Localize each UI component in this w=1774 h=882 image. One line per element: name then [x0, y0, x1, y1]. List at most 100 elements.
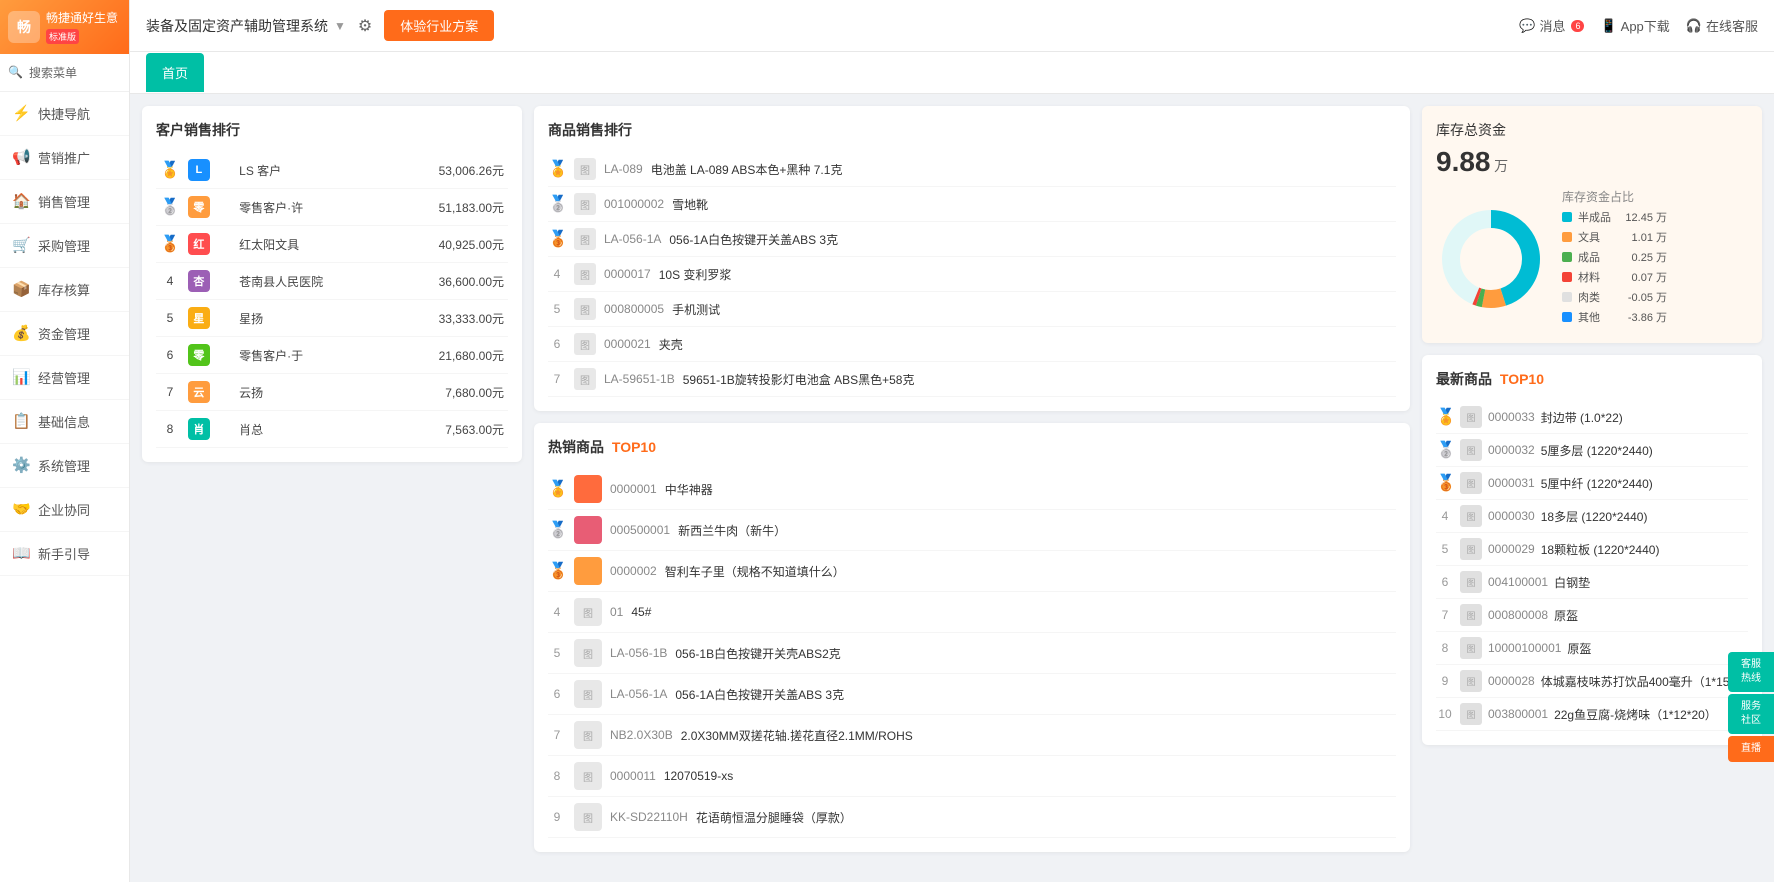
product-code: 10000100001 [1488, 641, 1561, 655]
rank-number: 5 [548, 646, 566, 660]
sidebar-item-finance[interactable]: 💰 资金管理 [0, 312, 129, 356]
rank-number: 🏅 [548, 159, 566, 179]
product-icon: 图 [574, 298, 596, 320]
product-sales-row: 🥉 图 LA-056-1A 056-1A白色按键开关盖ABS 3克 [548, 222, 1396, 257]
product-name: 45# [631, 605, 651, 619]
service-item[interactable]: 🎧 在线客服 [1686, 16, 1758, 35]
hotline-button[interactable]: 客服热线 [1728, 652, 1774, 692]
legend-value: 0.07 万 [1617, 269, 1667, 285]
legend-item: 其他 -3.86 万 [1562, 309, 1667, 325]
logo-icon: 畅 [8, 11, 40, 43]
shortcut-icon: ⚡ [12, 104, 30, 122]
legend-color-dot [1562, 312, 1572, 322]
sidebar-item-shortcut[interactable]: ⚡ 快捷导航 [0, 92, 129, 136]
message-icon: 💬 [1519, 18, 1535, 34]
product-code: 01 [610, 605, 623, 619]
donut-chart [1436, 204, 1546, 314]
new-products-title: 最新商品 TOP10 [1436, 369, 1748, 389]
rank-number: 4 [548, 605, 566, 619]
customer-name: 云扬 [233, 374, 387, 411]
customer-rank-row: 7 云 云扬 7,680.00元 [156, 374, 508, 411]
customer-badge: 杏 [184, 263, 233, 300]
product-name: 原盔 [1567, 640, 1591, 657]
sidebar-search[interactable]: 🔍 搜索菜单 [0, 54, 129, 92]
sidebar-item-marketing[interactable]: 📢 营销推广 [0, 136, 129, 180]
product-sales-row: 7 图 LA-59651-1B 59651-1B旋转投影灯电池盒 ABS黑色+5… [548, 362, 1396, 397]
message-item[interactable]: 💬 消息 6 [1519, 16, 1584, 35]
legend-value: 1.01 万 [1617, 229, 1667, 245]
legend-name: 其他 [1578, 309, 1600, 325]
sidebar-item-label: 基础信息 [38, 412, 90, 431]
app-download-item[interactable]: 📱 App下载 [1600, 16, 1669, 35]
product-sales-title: 商品销售排行 [548, 120, 1396, 140]
product-img: 图 [1460, 670, 1482, 692]
product-sales-row: 🥈 图 001000002 雪地靴 [548, 187, 1396, 222]
customer-amount: 51,183.00元 [388, 189, 509, 226]
page-tabs: 首页 [130, 52, 1774, 94]
product-code: NB2.0X30B [610, 728, 673, 742]
inventory-header: 库存总资金 [1436, 120, 1748, 140]
product-code: 0000002 [610, 564, 657, 578]
product-icon: 图 [574, 158, 596, 180]
product-name: 056-1A白色按键开关盖ABS 3克 [675, 686, 844, 703]
customer-name: 星扬 [233, 300, 387, 337]
topbar-right: 💬 消息 6 📱 App下载 🎧 在线客服 [1519, 16, 1758, 35]
legend-value: -3.86 万 [1617, 309, 1667, 325]
hot-products-card: 热销商品 TOP10 🏅 0000001 中华神器 🥈 000500001 新西… [534, 423, 1410, 852]
hot-product-row: 🥉 0000002 智利车子里（规格不知道填什么） [548, 551, 1396, 592]
customer-badge: 云 [184, 374, 233, 411]
sidebar-item-basic[interactable]: 📋 基础信息 [0, 400, 129, 444]
new-product-row: 4 图 0000030 18多层 (1220*2440) [1436, 500, 1748, 533]
sidebar-item-operation[interactable]: 📊 经营管理 [0, 356, 129, 400]
message-badge: 6 [1571, 20, 1584, 32]
hot-product-row: 5 图 LA-056-1B 056-1B白色按键开关壳ABS2克 [548, 633, 1396, 674]
trial-button[interactable]: 体验行业方案 [384, 10, 494, 41]
service-community-button[interactable]: 服务社区 [1728, 694, 1774, 734]
hot-product-row: 🥈 000500001 新西兰牛肉（新牛） [548, 510, 1396, 551]
customer-rank-row: 6 零 零售客户·于 21,680.00元 [156, 337, 508, 374]
float-cs-panel: 客服热线 服务社区 直播 [1728, 652, 1774, 762]
product-icon: 图 [574, 333, 596, 355]
sidebar-item-system[interactable]: ⚙️ 系统管理 [0, 444, 129, 488]
settings-icon[interactable]: ⚙ [358, 16, 372, 36]
product-img: 图 [1460, 472, 1482, 494]
live-button[interactable]: 直播 [1728, 736, 1774, 762]
customer-amount: 33,333.00元 [388, 300, 509, 337]
legend-color-dot [1562, 232, 1572, 242]
product-name: 056-1B白色按键开关壳ABS2克 [675, 645, 840, 662]
sidebar-item-label: 新手引导 [38, 544, 90, 563]
new-product-row: 7 图 000800008 原盔 [1436, 599, 1748, 632]
sidebar-item-guide[interactable]: 📖 新手引导 [0, 532, 129, 576]
headset-icon: 🎧 [1686, 18, 1702, 34]
customer-badge: L [184, 152, 233, 189]
new-product-row: 🥈 图 0000032 5厘多层 (1220*2440) [1436, 434, 1748, 467]
sidebar-item-coop[interactable]: 🤝 企业协同 [0, 488, 129, 532]
customer-amount: 40,925.00元 [388, 226, 509, 263]
search-icon: 🔍 [8, 65, 23, 79]
product-name: 59651-1B旋转投影灯电池盒 ABS黑色+58克 [683, 371, 915, 388]
legend-value: -0.05 万 [1617, 289, 1667, 305]
inventory-icon: 📦 [12, 280, 30, 298]
inventory-amount: 9.88 [1436, 146, 1491, 177]
product-icon: 图 [574, 193, 596, 215]
rank-number: 🥈 [548, 520, 566, 540]
rank-number: 6 [548, 337, 566, 351]
chevron-down-icon: ▼ [334, 19, 346, 33]
sidebar-item-inventory[interactable]: 📦 库存核算 [0, 268, 129, 312]
legend-color-dot [1562, 272, 1572, 282]
product-code: 003800001 [1488, 707, 1548, 721]
customer-name: 零售客户·许 [233, 189, 387, 226]
product-img: 图 [1460, 637, 1482, 659]
tab-home[interactable]: 首页 [146, 53, 204, 92]
rank-number: 5 [156, 300, 184, 337]
customer-rank-row: 8 肖 肖总 7,563.00元 [156, 411, 508, 448]
product-code: LA-056-1B [610, 646, 667, 660]
product-name: 新西兰牛肉（新牛） [678, 522, 786, 539]
sidebar-item-purchase[interactable]: 🛒 采购管理 [0, 224, 129, 268]
system-title: 装备及固定资产辅助管理系统 [146, 16, 328, 36]
product-name: 18多层 (1220*2440) [1541, 508, 1648, 525]
sidebar-item-sales[interactable]: 🏠 销售管理 [0, 180, 129, 224]
customer-rank-row: 5 星 星扬 33,333.00元 [156, 300, 508, 337]
hot-product-row: 🏅 0000001 中华神器 [548, 469, 1396, 510]
product-name: 中华神器 [665, 481, 713, 498]
